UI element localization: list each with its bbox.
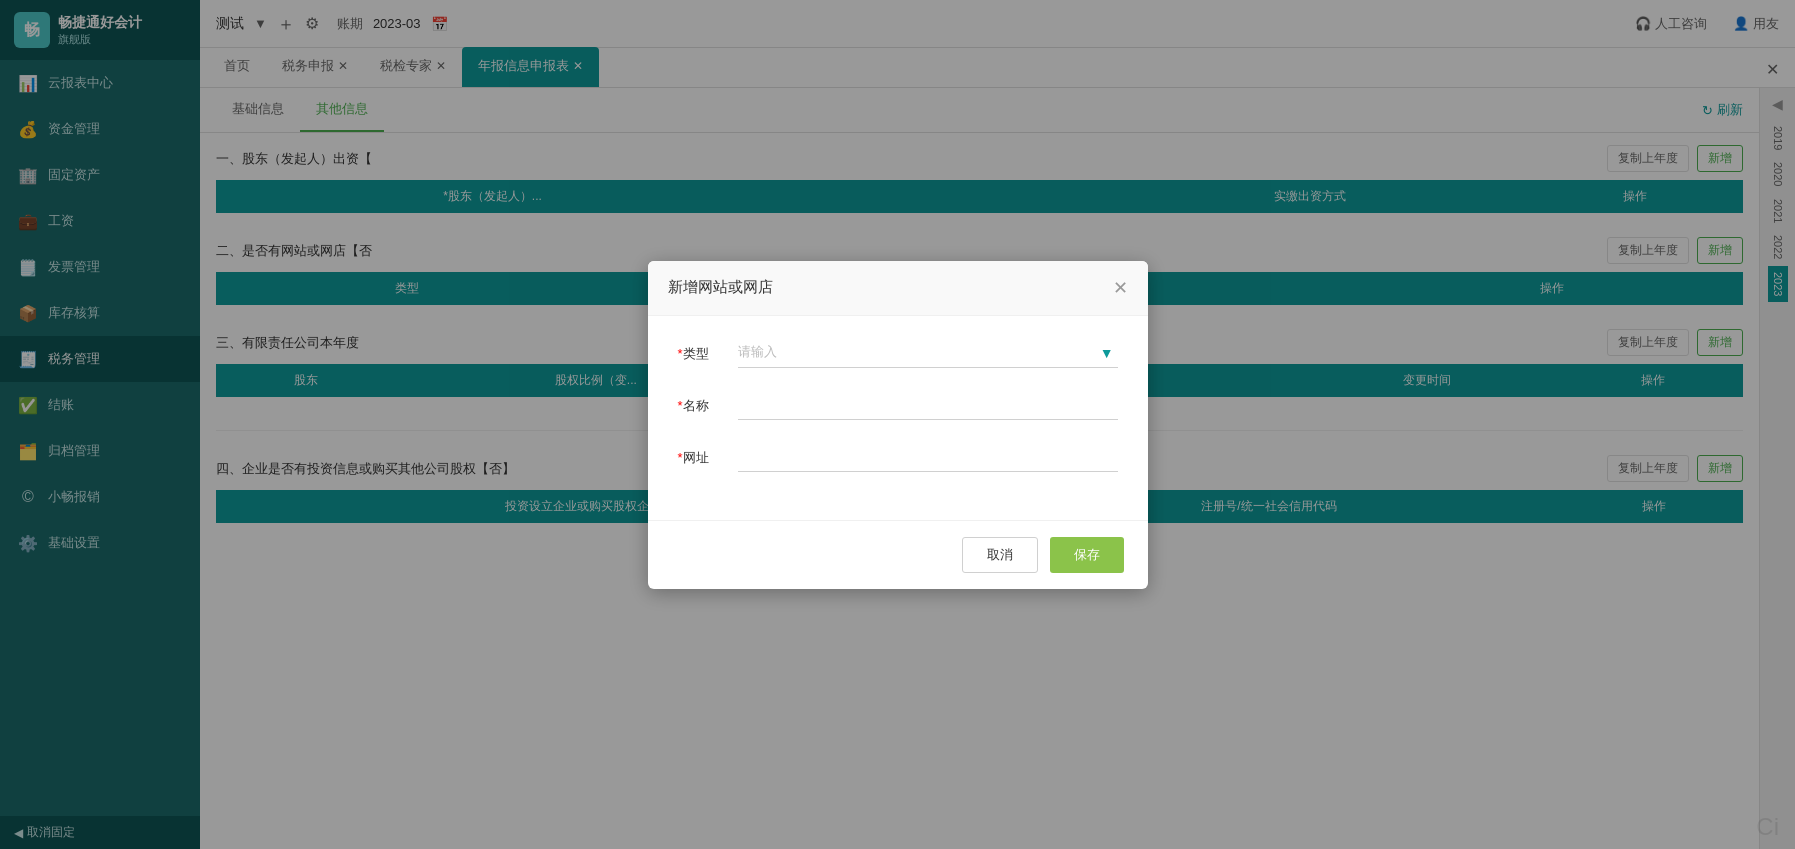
save-btn[interactable]: 保存 — [1050, 537, 1124, 573]
url-label: *网址 — [678, 449, 738, 467]
form-row-name: *名称 — [678, 392, 1118, 420]
modal-header: 新增网站或网店 ✕ — [648, 261, 1148, 316]
required-star-type: * — [678, 346, 683, 361]
name-input-wrap — [738, 392, 1118, 420]
modal-close-btn[interactable]: ✕ — [1113, 277, 1128, 299]
modal-overlay: 新增网站或网店 ✕ *类型 ▼ *名称 — [0, 0, 1795, 849]
required-star-url: * — [678, 450, 683, 465]
required-star-name: * — [678, 398, 683, 413]
cancel-btn[interactable]: 取消 — [962, 537, 1038, 573]
modal-footer: 取消 保存 — [648, 520, 1148, 589]
type-input-wrap: ▼ — [738, 340, 1118, 368]
modal-add-website: 新增网站或网店 ✕ *类型 ▼ *名称 — [648, 261, 1148, 589]
type-dropdown-icon[interactable]: ▼ — [1100, 345, 1114, 361]
form-row-url: *网址 — [678, 444, 1118, 472]
modal-title: 新增网站或网店 — [668, 278, 773, 297]
type-label: *类型 — [678, 345, 738, 363]
form-row-type: *类型 ▼ — [678, 340, 1118, 368]
url-input[interactable] — [738, 444, 1118, 467]
type-input[interactable] — [738, 340, 1118, 363]
name-label: *名称 — [678, 397, 738, 415]
url-input-wrap — [738, 444, 1118, 472]
name-input[interactable] — [738, 392, 1118, 415]
modal-body: *类型 ▼ *名称 *网址 — [648, 316, 1148, 520]
